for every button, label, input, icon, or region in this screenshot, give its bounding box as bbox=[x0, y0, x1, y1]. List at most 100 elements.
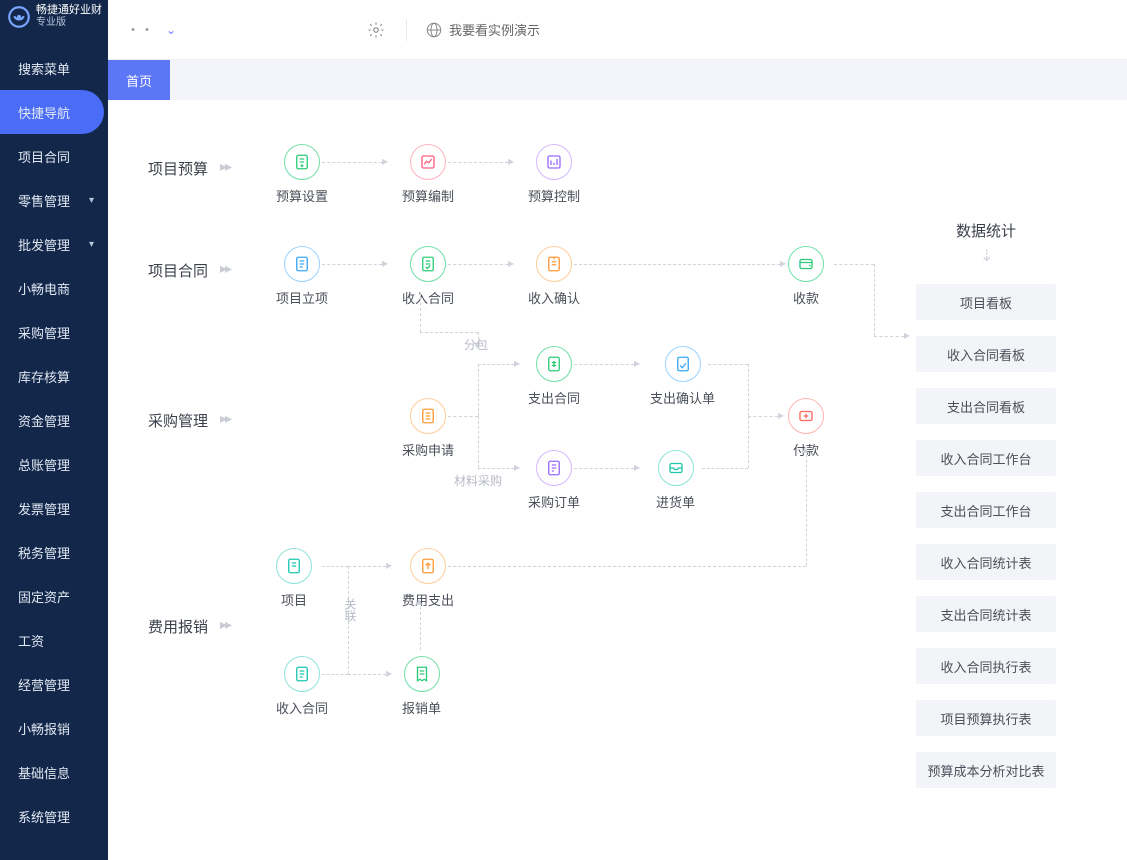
node-label: 报销单 bbox=[402, 698, 441, 717]
sidebar-item-label: 基础信息 bbox=[18, 763, 70, 782]
sidebar-item-9[interactable]: 总账管理 bbox=[0, 442, 108, 486]
sidebar-item-label: 经营管理 bbox=[18, 675, 70, 694]
node-label: 收入合同 bbox=[402, 288, 454, 307]
stat-button[interactable]: 收入合同统计表 bbox=[916, 544, 1056, 580]
stat-button[interactable]: 支出合同工作台 bbox=[916, 492, 1056, 528]
sidebar-item-14[interactable]: 经营管理 bbox=[0, 662, 108, 706]
stat-button[interactable]: 收入合同工作台 bbox=[916, 440, 1056, 476]
confirm-doc-icon bbox=[665, 346, 701, 382]
sidebar-item-4[interactable]: 批发管理 ▾ bbox=[0, 222, 108, 266]
node-purchase-order[interactable]: 采购订单 bbox=[528, 450, 580, 511]
connector bbox=[574, 264, 780, 265]
connector bbox=[574, 468, 634, 469]
sidebar-item-label: 发票管理 bbox=[18, 499, 70, 518]
row-label-purchase: 采购管理 bbox=[148, 410, 208, 431]
node-income-contract[interactable]: 收入合同 bbox=[402, 246, 454, 307]
gear-icon[interactable] bbox=[364, 18, 388, 42]
connector bbox=[420, 332, 478, 333]
demo-link[interactable]: 我要看实例演示 bbox=[425, 20, 540, 39]
row-label-contract: 项目合同 bbox=[148, 260, 208, 281]
row-label-budget: 项目预算 bbox=[148, 158, 208, 179]
row-arrow-icon: ▸▸ bbox=[220, 158, 230, 175]
stat-button[interactable]: 收入合同执行表 bbox=[916, 648, 1056, 684]
node-receive[interactable]: 收款 bbox=[788, 246, 824, 307]
stat-label: 收入合同执行表 bbox=[940, 657, 1031, 676]
sidebar-item-6[interactable]: 采购管理 bbox=[0, 310, 108, 354]
node-project-init[interactable]: 项目立项 bbox=[276, 246, 328, 307]
node-budget-setup[interactable]: 预算设置 bbox=[276, 144, 328, 205]
node-label: 进货单 bbox=[656, 492, 695, 511]
sidebar-item-label: 系统管理 bbox=[18, 807, 70, 826]
node-expense-confirm[interactable]: 支出确认单 bbox=[650, 346, 715, 407]
node-project[interactable]: 项目 bbox=[276, 548, 312, 609]
sidebar-item-label: 批发管理 bbox=[18, 235, 70, 254]
connector bbox=[834, 264, 874, 265]
sidebar-item-label: 项目合同 bbox=[18, 147, 70, 166]
node-income-contract2[interactable]: 收入合同 bbox=[276, 656, 328, 717]
confirm-icon bbox=[536, 246, 572, 282]
connector bbox=[702, 468, 748, 469]
stat-button[interactable]: 项目看板 bbox=[916, 284, 1056, 320]
stat-button[interactable]: 支出合同看板 bbox=[916, 388, 1056, 424]
stat-label: 收入合同看板 bbox=[947, 345, 1025, 364]
node-goods-in[interactable]: 进货单 bbox=[656, 450, 695, 511]
connector bbox=[874, 336, 904, 337]
node-purchase-req[interactable]: 采购申请 bbox=[402, 398, 454, 459]
sidebar-item-12[interactable]: 固定资产 bbox=[0, 574, 108, 618]
stat-button[interactable]: 支出合同统计表 bbox=[916, 596, 1056, 632]
node-budget-control[interactable]: 预算控制 bbox=[528, 144, 580, 205]
sidebar-item-8[interactable]: 资金管理 bbox=[0, 398, 108, 442]
chevron-down-icon: ▾ bbox=[89, 239, 94, 250]
node-expense-contract[interactable]: 支出合同 bbox=[528, 346, 580, 407]
request-icon bbox=[410, 398, 446, 434]
tab-home[interactable]: 首页 bbox=[108, 60, 170, 100]
sidebar-item-16[interactable]: 基础信息 bbox=[0, 750, 108, 794]
stat-button[interactable]: 预算成本分析对比表 bbox=[916, 752, 1056, 788]
row-arrow-icon: ▸▸ bbox=[220, 260, 230, 277]
sidebar-item-label: 小畅电商 bbox=[18, 279, 70, 298]
stat-button[interactable]: 收入合同看板 bbox=[916, 336, 1056, 372]
node-income-confirm[interactable]: 收入确认 bbox=[528, 246, 580, 307]
document-plus-icon bbox=[284, 144, 320, 180]
org-selector[interactable]: ・・ ⌄ bbox=[126, 20, 346, 40]
node-expense-out[interactable]: 费用支出 bbox=[402, 548, 454, 609]
sidebar-item-7[interactable]: 库存核算 bbox=[0, 354, 108, 398]
tabs: 首页 bbox=[108, 60, 1127, 100]
pay-icon bbox=[788, 398, 824, 434]
sidebar-item-1[interactable]: 快捷导航 bbox=[0, 90, 104, 134]
sidebar-item-label: 小畅报销 bbox=[18, 719, 70, 738]
stat-label: 项目预算执行表 bbox=[940, 709, 1031, 728]
stat-label: 预算成本分析对比表 bbox=[927, 761, 1044, 780]
connector bbox=[748, 416, 778, 417]
sidebar-item-10[interactable]: 发票管理 bbox=[0, 486, 108, 530]
sidebar-item-2[interactable]: 项目合同 bbox=[0, 134, 108, 178]
document-icon bbox=[284, 656, 320, 692]
node-budget-edit[interactable]: 预算编制 bbox=[402, 144, 454, 205]
chevron-down-icon: ▾ bbox=[89, 195, 94, 206]
flow-canvas: 项目预算 ▸▸ 预算设置 预算编制 预算控制 项目合同 bbox=[108, 100, 1127, 860]
node-label: 预算设置 bbox=[276, 186, 328, 205]
row-arrow-icon: ▸▸ bbox=[220, 616, 230, 633]
connector bbox=[748, 364, 749, 416]
stat-button[interactable]: 项目预算执行表 bbox=[916, 700, 1056, 736]
sidebar-item-label: 零售管理 bbox=[18, 191, 70, 210]
edge-label-material: 材料采购 bbox=[454, 472, 502, 489]
sidebar-item-label: 快捷导航 bbox=[18, 103, 70, 122]
sidebar-item-11[interactable]: 税务管理 bbox=[0, 530, 108, 574]
sidebar-item-13[interactable]: 工资 bbox=[0, 618, 108, 662]
sidebar-item-15[interactable]: 小畅报销 bbox=[0, 706, 108, 750]
sidebar-item-17[interactable]: 系统管理 bbox=[0, 794, 108, 838]
stat-label: 支出合同工作台 bbox=[940, 501, 1031, 520]
stats-title: 数据统计 bbox=[956, 220, 1016, 241]
project-icon bbox=[276, 548, 312, 584]
sidebar-item-3[interactable]: 零售管理 ▾ bbox=[0, 178, 108, 222]
node-label: 支出合同 bbox=[528, 388, 580, 407]
stat-label: 收入合同统计表 bbox=[940, 553, 1031, 572]
sidebar-item-0[interactable]: 搜索菜单 bbox=[0, 46, 108, 90]
node-reimburse[interactable]: 报销单 bbox=[402, 656, 441, 717]
sidebar-item-5[interactable]: 小畅电商 bbox=[0, 266, 108, 310]
sidebar: 畅捷通好业财 专业版 搜索菜单快捷导航项目合同零售管理▾批发管理▾小畅电商采购管… bbox=[0, 0, 108, 860]
sidebar-nav: 搜索菜单快捷导航项目合同零售管理 ▾ 批发管理 ▾ 小畅电商采购管理库存核算资金管理总账… bbox=[0, 46, 108, 860]
node-label: 预算控制 bbox=[528, 186, 580, 205]
edge-label-relate: 关联 bbox=[342, 598, 359, 622]
